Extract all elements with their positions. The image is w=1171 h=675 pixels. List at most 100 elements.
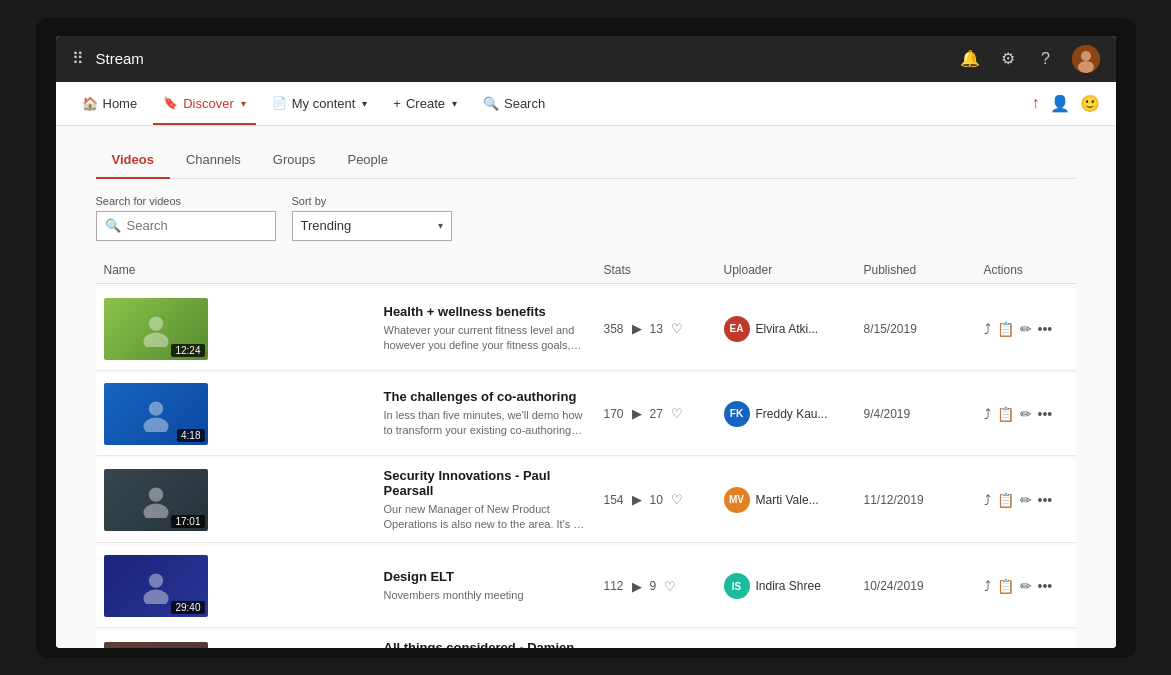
search-small-icon: 🔍	[105, 218, 121, 233]
stats-cell: 112 ▶ 9 ♡	[596, 579, 716, 594]
play-icon: ▶	[632, 492, 642, 507]
edit-icon[interactable]: ✏	[1020, 492, 1032, 508]
nav-emoji-icon[interactable]: 🙂	[1080, 94, 1100, 113]
nav-upload-icon[interactable]: ↑	[1032, 94, 1040, 112]
actions-cell: ⤴ 📋 ✏ •••	[976, 492, 1076, 508]
video-thumbnail[interactable]: 12:24	[104, 298, 208, 360]
copy-icon[interactable]: 📋	[997, 492, 1014, 508]
video-title[interactable]: Design ELT	[384, 569, 588, 584]
video-title[interactable]: All things considered - Damien Mundy	[384, 640, 588, 647]
video-title[interactable]: Health + wellness benefits	[384, 304, 588, 319]
video-thumbnail[interactable]: 17:01	[104, 469, 208, 531]
uploader-avatar: FK	[724, 401, 750, 427]
svg-point-10	[143, 590, 168, 604]
table-row: 29:40 Design ELT Novembers monthly meeti…	[96, 545, 1076, 628]
help-icon[interactable]: ?	[1034, 47, 1058, 71]
uploader-name[interactable]: Indira Shree	[756, 579, 821, 593]
published-date: 8/15/2019	[856, 322, 976, 336]
uploader-avatar: IS	[724, 573, 750, 599]
more-icon[interactable]: •••	[1038, 321, 1053, 337]
video-title[interactable]: Security Innovations - Paul Pearsall	[384, 468, 588, 498]
uploader-name[interactable]: Marti Vale...	[756, 493, 819, 507]
sort-dropdown[interactable]: Trending ▾	[292, 211, 452, 241]
video-thumbnail[interactable]: 4:18	[104, 383, 208, 445]
share-icon[interactable]: ⤴	[984, 321, 991, 337]
app-grid-icon[interactable]: ⠿	[72, 49, 84, 68]
view-count: 358	[604, 322, 624, 336]
create-chevron: ▾	[452, 98, 457, 109]
uploader-cell: MV Marti Vale...	[716, 487, 856, 513]
like-count: 10	[650, 493, 663, 507]
header-published: Published	[856, 263, 976, 277]
play-icon: ▶	[632, 579, 642, 594]
sort-chevron-icon: ▾	[438, 220, 443, 231]
discover-chevron: ▾	[241, 98, 246, 109]
laptop-frame: ⠿ Stream 🔔 ⚙ ? 🏠 Home	[36, 18, 1136, 658]
nav-search[interactable]: 🔍 Search	[473, 81, 555, 125]
uploader-name[interactable]: Elvira Atki...	[756, 322, 819, 336]
table-row: 17:01 Security Innovations - Paul Pearsa…	[96, 458, 1076, 544]
svg-point-1	[1081, 51, 1091, 61]
published-date: 9/4/2019	[856, 407, 976, 421]
copy-icon[interactable]: 📋	[997, 578, 1014, 594]
svg-point-7	[148, 487, 162, 501]
more-icon[interactable]: •••	[1038, 406, 1053, 422]
actions-cell: ⤴ 📋 ✏ •••	[976, 406, 1076, 422]
video-thumb-cell: 44:37	[96, 642, 376, 648]
stats-cell: 358 ▶ 13 ♡	[596, 321, 716, 336]
discover-icon: 🔖	[163, 96, 178, 110]
edit-icon[interactable]: ✏	[1020, 578, 1032, 594]
video-duration: 12:24	[171, 344, 204, 357]
search-input-wrapper[interactable]: 🔍	[96, 211, 276, 241]
svg-point-3	[148, 316, 162, 330]
sort-group: Sort by Trending ▾	[292, 195, 452, 241]
nav-right-icons: ↑ 👤 🙂	[1032, 94, 1100, 113]
tab-groups[interactable]: Groups	[257, 142, 332, 179]
heart-icon: ♡	[671, 492, 683, 507]
play-icon: ▶	[632, 406, 642, 421]
nav-create[interactable]: + Create ▾	[383, 81, 467, 125]
table-row: 12:24 Health + wellness benefits Whateve…	[96, 288, 1076, 371]
copy-icon[interactable]: 📋	[997, 406, 1014, 422]
video-thumbnail[interactable]: 29:40	[104, 555, 208, 617]
like-count: 13	[650, 322, 663, 336]
search-input[interactable]	[127, 218, 267, 233]
create-plus-icon: +	[393, 96, 401, 111]
published-date: 11/12/2019	[856, 493, 976, 507]
nav-mycontent[interactable]: 📄 My content ▾	[262, 81, 378, 125]
user-avatar[interactable]	[1072, 45, 1100, 73]
nav-home[interactable]: 🏠 Home	[72, 81, 148, 125]
search-icon: 🔍	[483, 96, 499, 111]
video-thumb-cell: 4:18	[96, 383, 376, 445]
video-duration: 4:18	[177, 429, 204, 442]
actions-cell: ⤴ 📋 ✏ •••	[976, 321, 1076, 337]
video-thumb-cell: 29:40	[96, 555, 376, 617]
more-icon[interactable]: •••	[1038, 578, 1053, 594]
edit-icon[interactable]: ✏	[1020, 406, 1032, 422]
share-icon[interactable]: ⤴	[984, 578, 991, 594]
video-description: Novembers monthly meeting	[384, 588, 588, 603]
uploader-name[interactable]: Freddy Kau...	[756, 407, 828, 421]
video-thumbnail[interactable]: 44:37	[104, 642, 208, 648]
tab-videos[interactable]: Videos	[96, 142, 170, 179]
more-icon[interactable]: •••	[1038, 492, 1053, 508]
nav-person-icon[interactable]: 👤	[1050, 94, 1070, 113]
tab-people[interactable]: People	[331, 142, 403, 179]
tab-channels[interactable]: Channels	[170, 142, 257, 179]
video-title[interactable]: The challenges of co-authoring	[384, 389, 588, 404]
table-row: 4:18 The challenges of co-authoring In l…	[96, 373, 1076, 456]
settings-icon[interactable]: ⚙	[996, 47, 1020, 71]
edit-icon[interactable]: ✏	[1020, 321, 1032, 337]
nav-discover[interactable]: 🔖 Discover ▾	[153, 81, 256, 125]
video-duration: 29:40	[171, 601, 204, 614]
notification-icon[interactable]: 🔔	[958, 47, 982, 71]
uploader-avatar: MV	[724, 487, 750, 513]
share-icon[interactable]: ⤴	[984, 492, 991, 508]
share-icon[interactable]: ⤴	[984, 406, 991, 422]
video-info-cell: All things considered - Damien Mundy Our…	[376, 640, 596, 647]
svg-point-5	[148, 401, 162, 415]
video-description: In less than five minutes, we'll demo ho…	[384, 408, 588, 439]
view-count: 112	[604, 579, 624, 593]
video-duration: 17:01	[171, 515, 204, 528]
copy-icon[interactable]: 📋	[997, 321, 1014, 337]
